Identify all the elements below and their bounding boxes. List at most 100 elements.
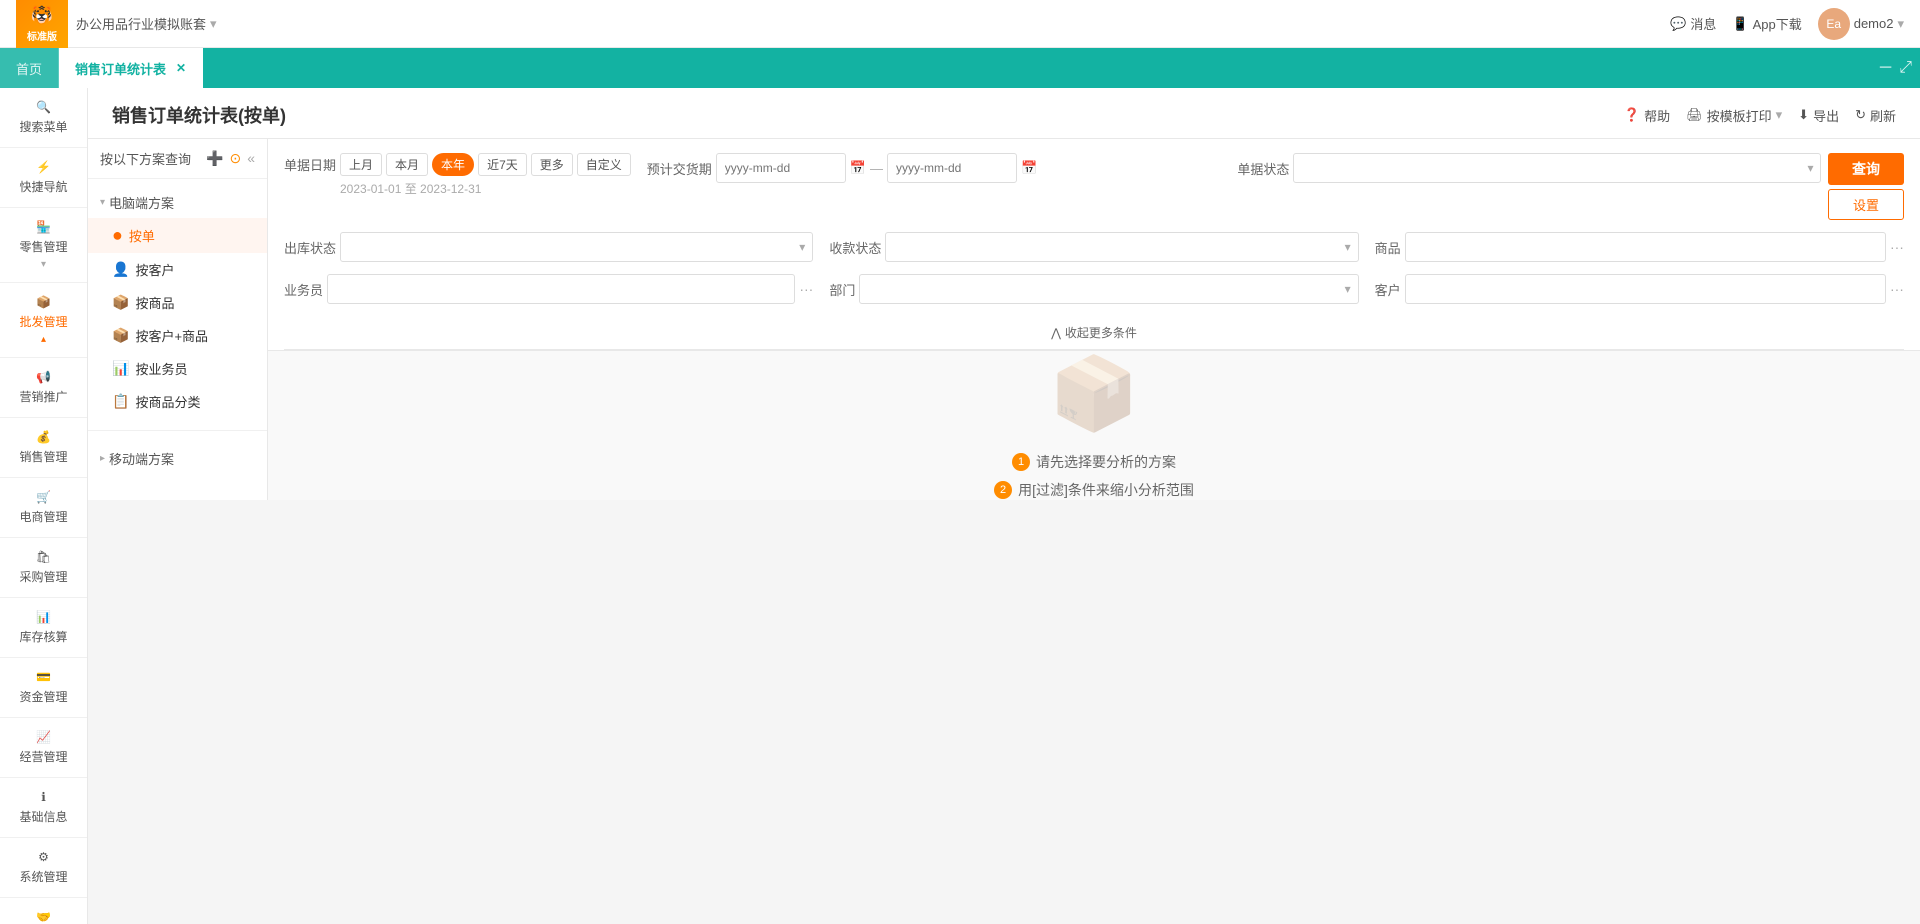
salesperson-input[interactable] <box>327 274 795 304</box>
date-btn-more[interactable]: 更多 <box>531 153 573 176</box>
tab-close-icon[interactable]: ✕ <box>176 61 186 75</box>
user-name: demo2 <box>1854 16 1894 31</box>
product-input[interactable] <box>1405 232 1886 262</box>
header-left: 🐯 标准版 办公用品行业模拟账套 ▾ <box>16 0 217 48</box>
payment-status-group: 收款状态 <box>829 232 1358 262</box>
sidebar-item-wholesale[interactable]: 📦 批发管理 ▴ <box>0 283 87 358</box>
tab-home-label: 首页 <box>16 59 42 78</box>
date-filter-top: 单据日期 上月 本月 本年 近7天 更多 自定义 <box>284 153 631 176</box>
sidebar-label: 资金管理 <box>19 688 67 705</box>
hint-number-1: 1 <box>1012 453 1030 471</box>
scheme-item-by-cust-prod[interactable]: 📦 按客户+商品 <box>88 319 267 352</box>
filter-row-3: 业务员 ··· 部门 <box>284 274 1904 304</box>
scheme-item-label: 按业务员 <box>135 359 187 378</box>
app-download-button[interactable]: 📱 App下载 <box>1732 14 1801 33</box>
sidebar-item-search-menu[interactable]: 🔍 搜索菜单 <box>0 88 87 148</box>
tab-actions: ─ ⤢ <box>1880 59 1920 77</box>
date-btn-7days[interactable]: 近7天 <box>478 153 527 176</box>
date-range-display: 2023-01-01 至 2023-12-31 <box>284 180 631 197</box>
logo-text: 标准版 <box>27 28 57 43</box>
refresh-label: 刷新 <box>1870 106 1896 125</box>
salesperson-more-icon[interactable]: ··· <box>799 281 813 297</box>
date-separator: — <box>870 161 883 176</box>
scheme-item-by-salesperson[interactable]: 📊 按业务员 <box>88 352 267 385</box>
date-btn-this-month[interactable]: 本月 <box>386 153 428 176</box>
query-button[interactable]: 查询 <box>1828 153 1904 185</box>
customer-input[interactable] <box>1405 274 1886 304</box>
date-btn-custom[interactable]: 自定义 <box>577 153 631 176</box>
left-panel-header: 按以下方案查询 ➕ ⊙ « <box>88 139 267 179</box>
customer-more-icon[interactable]: ··· <box>1890 281 1904 297</box>
settings-button[interactable]: 设置 <box>1828 189 1904 220</box>
sidebar-item-retail[interactable]: 🏪 零售管理 ▾ <box>0 208 87 283</box>
sidebar-item-quick-nav[interactable]: ⚡ 快捷导航 <box>0 148 87 208</box>
sidebar-label: 销售管理 <box>19 448 67 465</box>
customer-label: 客户 <box>1375 280 1401 299</box>
date-filter-group: 单据日期 上月 本月 本年 近7天 更多 自定义 2023 <box>284 153 631 197</box>
date-btn-this-year[interactable]: 本年 <box>432 153 474 176</box>
sidebar: 🔍 搜索菜单 ⚡ 快捷导航 🏪 零售管理 ▾ 📦 批发管理 ▴ 📢 营销推广 💰… <box>0 88 88 924</box>
status-select[interactable] <box>1293 153 1821 183</box>
collapse-panel-icon[interactable]: « <box>247 150 255 167</box>
calendar-icon-1[interactable]: 📅 <box>850 160 866 176</box>
product-group: 商品 ··· <box>1375 232 1904 262</box>
sidebar-label: 经营管理 <box>19 748 67 765</box>
inventory-icon: 📊 <box>36 610 51 624</box>
sidebar-item-sales[interactable]: 💰 销售管理 <box>0 418 87 478</box>
sidebar-item-inventory[interactable]: 📊 库存核算 <box>0 598 87 658</box>
tab-minimize-icon[interactable]: ─ <box>1880 59 1891 77</box>
delivery-status-select[interactable] <box>340 232 813 262</box>
hint-number-2: 2 <box>994 481 1012 499</box>
template-print-button[interactable]: 🖨 按模板打印 ▾ <box>1686 106 1782 125</box>
page-title: 销售订单统计表(按单) <box>112 102 286 128</box>
refresh-icon: ↻ <box>1855 107 1866 123</box>
tab-sales-stat[interactable]: 销售订单统计表 ✕ <box>59 48 203 88</box>
sidebar-item-purchase[interactable]: 🛍 采购管理 <box>0 538 87 598</box>
calendar-icon-2[interactable]: 📅 <box>1021 160 1037 176</box>
export-icon: ⬇ <box>1798 107 1809 123</box>
expected-date-end[interactable] <box>887 153 1017 183</box>
date-btn-last-month[interactable]: 上月 <box>340 153 382 176</box>
scheme-header-mobile[interactable]: ▸ 移动端方案 <box>88 443 267 474</box>
refresh-button[interactable]: ↻ 刷新 <box>1855 106 1896 125</box>
header-right: 💬 消息 📱 App下载 Ea demo2 ▾ <box>1670 8 1904 40</box>
tab-home[interactable]: 首页 <box>0 48 59 88</box>
left-panel: 按以下方案查询 ➕ ⊙ « ▾ 电脑端方案 ● 按单 <box>88 139 268 500</box>
sidebar-item-basic-info[interactable]: ℹ 基础信息 <box>0 778 87 838</box>
collapse-bar[interactable]: ⋀ 收起更多条件 <box>284 316 1904 350</box>
payment-status-select[interactable] <box>885 232 1358 262</box>
page-body: 按以下方案查询 ➕ ⊙ « ▾ 电脑端方案 ● 按单 <box>88 139 1920 500</box>
help-button[interactable]: ❓ 帮助 <box>1624 106 1670 125</box>
date-label: 单据日期 <box>284 155 336 174</box>
sidebar-label: 系统管理 <box>19 868 67 885</box>
sidebar-item-finance[interactable]: 💳 资金管理 <box>0 658 87 718</box>
expected-date-start[interactable] <box>716 153 846 183</box>
logo-icon: 🐯 <box>31 5 53 26</box>
panel-actions: ➕ ⊙ « <box>206 150 255 167</box>
tab-expand-icon[interactable]: ⤢ <box>1899 59 1912 77</box>
add-scheme-icon[interactable]: ➕ <box>206 150 223 167</box>
message-button[interactable]: 💬 消息 <box>1670 14 1716 33</box>
retail-icon: 🏪 <box>36 220 51 234</box>
edit-scheme-icon[interactable]: ⊙ <box>229 150 241 167</box>
help-icon: ❓ <box>1624 107 1640 123</box>
user-menu[interactable]: Ea demo2 ▾ <box>1818 8 1904 40</box>
scheme-item-by-customer[interactable]: 👤 按客户 <box>88 253 267 286</box>
sidebar-item-marketing[interactable]: 📢 营销推广 <box>0 358 87 418</box>
sidebar-label: 基础信息 <box>19 808 67 825</box>
chevron-down-icon: ▾ <box>1776 107 1783 123</box>
app-selector[interactable]: 办公用品行业模拟账套 ▾ <box>76 14 217 33</box>
sidebar-item-operations[interactable]: 📈 经营管理 <box>0 718 87 778</box>
scheme-header-pc[interactable]: ▾ 电脑端方案 <box>88 187 267 218</box>
department-select[interactable] <box>859 274 1358 304</box>
scheme-item-by-order[interactable]: ● 按单 <box>88 218 267 253</box>
sidebar-item-system[interactable]: ⚙ 系统管理 <box>0 838 87 898</box>
wholesale-icon: 📦 <box>36 295 51 309</box>
sidebar-item-corp-collab[interactable]: 🤝 企业协同 <box>0 898 87 924</box>
export-button[interactable]: ⬇ 导出 <box>1798 106 1839 125</box>
scheme-item-by-category[interactable]: 📋 按商品分类 <box>88 385 267 418</box>
product-more-icon[interactable]: ··· <box>1890 239 1904 255</box>
scheme-item-by-product[interactable]: 📦 按商品 <box>88 286 267 319</box>
sidebar-item-ecommerce[interactable]: 🛒 电商管理 <box>0 478 87 538</box>
purchase-icon: 🛍 <box>36 550 51 564</box>
